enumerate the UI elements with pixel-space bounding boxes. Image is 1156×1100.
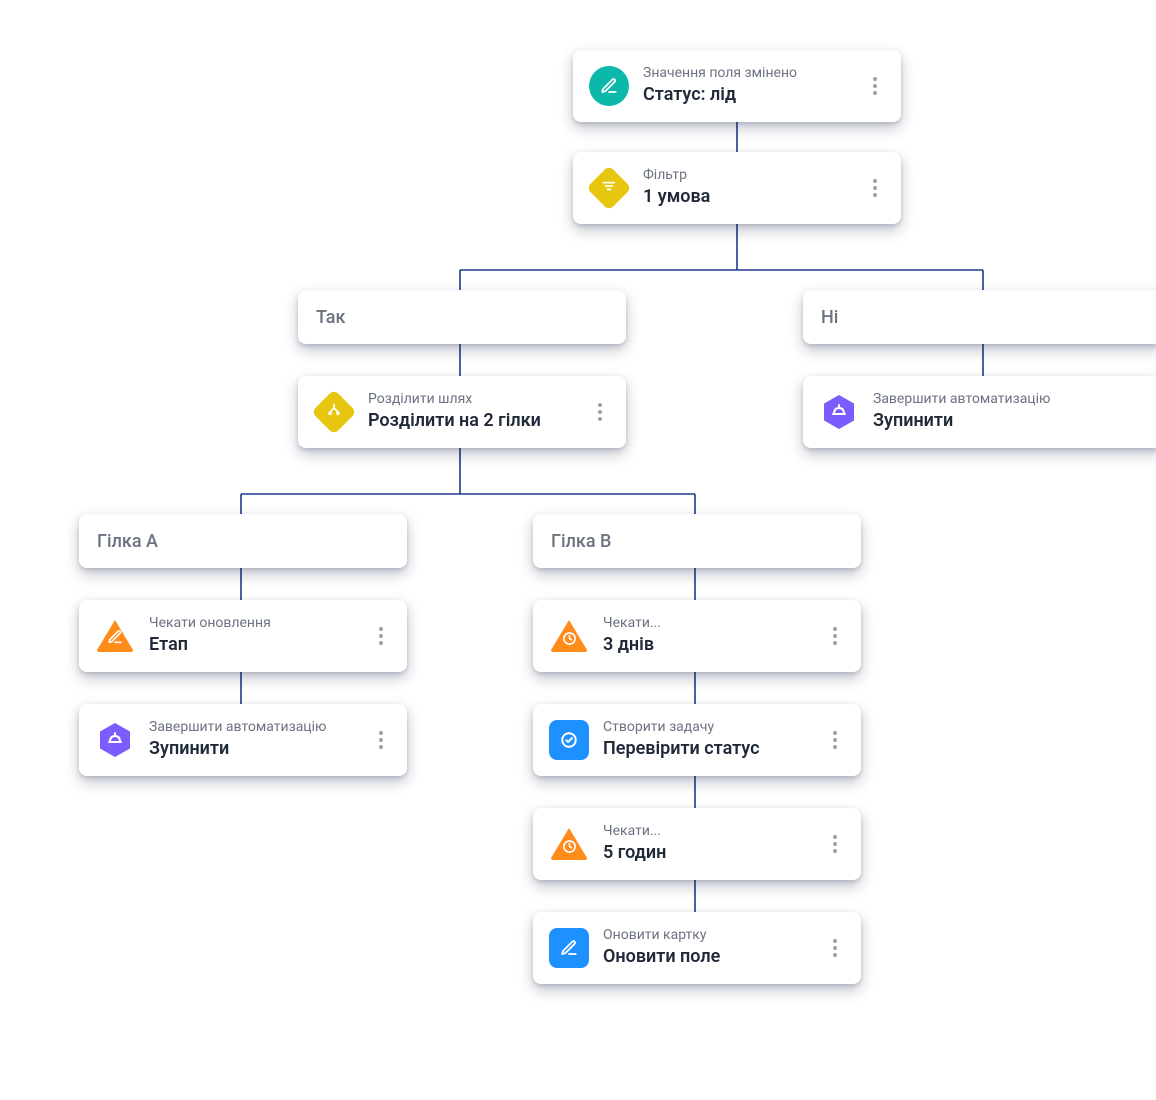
a-wait-sub: Чекати оновлення (149, 615, 359, 632)
trigger-sub: Значення поля змінено (643, 65, 853, 82)
a-stop-main: Зупинити (149, 738, 359, 761)
split-sub: Розділити шлях (368, 391, 578, 408)
b-update-main: Оновити поле (603, 946, 813, 969)
b-wait1-main: 3 днів (603, 634, 813, 657)
b-wait2-node[interactable]: Чекати... 5 годин (533, 808, 861, 880)
pencil-circle-icon (589, 66, 629, 106)
trigger-node[interactable]: Значення поля змінено Статус: лід (573, 50, 901, 122)
split-diamond-icon (314, 392, 354, 432)
split-main: Розділити на 2 гілки (368, 410, 578, 433)
a-stop-node[interactable]: Завершити автоматизацію Зупинити (79, 704, 407, 776)
split-path-node[interactable]: Розділити шлях Розділити на 2 гілки (298, 376, 626, 448)
pencil-square-icon (549, 928, 589, 968)
b-update-sub: Оновити картку (603, 927, 813, 944)
stop-hex-icon (95, 720, 135, 760)
b-wait1-sub: Чекати... (603, 615, 813, 632)
b-wait1-node[interactable]: Чекати... 3 днів (533, 600, 861, 672)
branch-a-text: Гілка A (97, 531, 158, 552)
filter-node[interactable]: Фільтр 1 умова (573, 152, 901, 224)
kebab-menu-icon[interactable] (371, 627, 391, 645)
kebab-menu-icon[interactable] (825, 939, 845, 957)
kebab-menu-icon[interactable] (590, 403, 610, 421)
branch-no-text: Ні (821, 307, 838, 328)
trigger-main: Статус: лід (643, 84, 853, 107)
kebab-menu-icon[interactable] (865, 77, 885, 95)
a-stop-sub: Завершити автоматизацію (149, 719, 359, 736)
filter-diamond-icon (589, 168, 629, 208)
b-wait2-main: 5 годин (603, 842, 813, 865)
stop-hex-icon (819, 392, 859, 432)
check-square-icon (549, 720, 589, 760)
kebab-menu-icon[interactable] (825, 835, 845, 853)
branch-yes-text: Так (316, 307, 345, 328)
b-task-node[interactable]: Створити задачу Перевірити статус (533, 704, 861, 776)
b-wait2-sub: Чекати... (603, 823, 813, 840)
no-stop-main: Зупинити (873, 410, 1147, 433)
filter-main: 1 умова (643, 186, 853, 209)
a-wait-main: Етап (149, 634, 359, 657)
wait-triangle-icon (95, 616, 135, 656)
kebab-menu-icon[interactable] (825, 731, 845, 749)
branch-a-label[interactable]: Гілка A (79, 514, 407, 568)
branch-no-label[interactable]: Ні (803, 290, 1156, 344)
b-task-sub: Створити задачу (603, 719, 813, 736)
branch-yes-label[interactable]: Так (298, 290, 626, 344)
a-wait-node[interactable]: Чекати оновлення Етап (79, 600, 407, 672)
kebab-menu-icon[interactable] (371, 731, 391, 749)
b-update-node[interactable]: Оновити картку Оновити поле (533, 912, 861, 984)
b-task-main: Перевірити статус (603, 738, 813, 761)
kebab-menu-icon[interactable] (865, 179, 885, 197)
kebab-menu-icon[interactable] (825, 627, 845, 645)
no-stop-sub: Завершити автоматизацію (873, 391, 1147, 408)
branch-b-label[interactable]: Гілка B (533, 514, 861, 568)
wait-clock-triangle-icon (549, 824, 589, 864)
automation-flow-canvas: Значення поля змінено Статус: лід Фільтр… (0, 0, 1156, 1100)
branch-b-text: Гілка B (551, 531, 611, 552)
wait-clock-triangle-icon (549, 616, 589, 656)
filter-sub: Фільтр (643, 167, 853, 184)
no-stop-node[interactable]: Завершити автоматизацію Зупинити (803, 376, 1156, 448)
